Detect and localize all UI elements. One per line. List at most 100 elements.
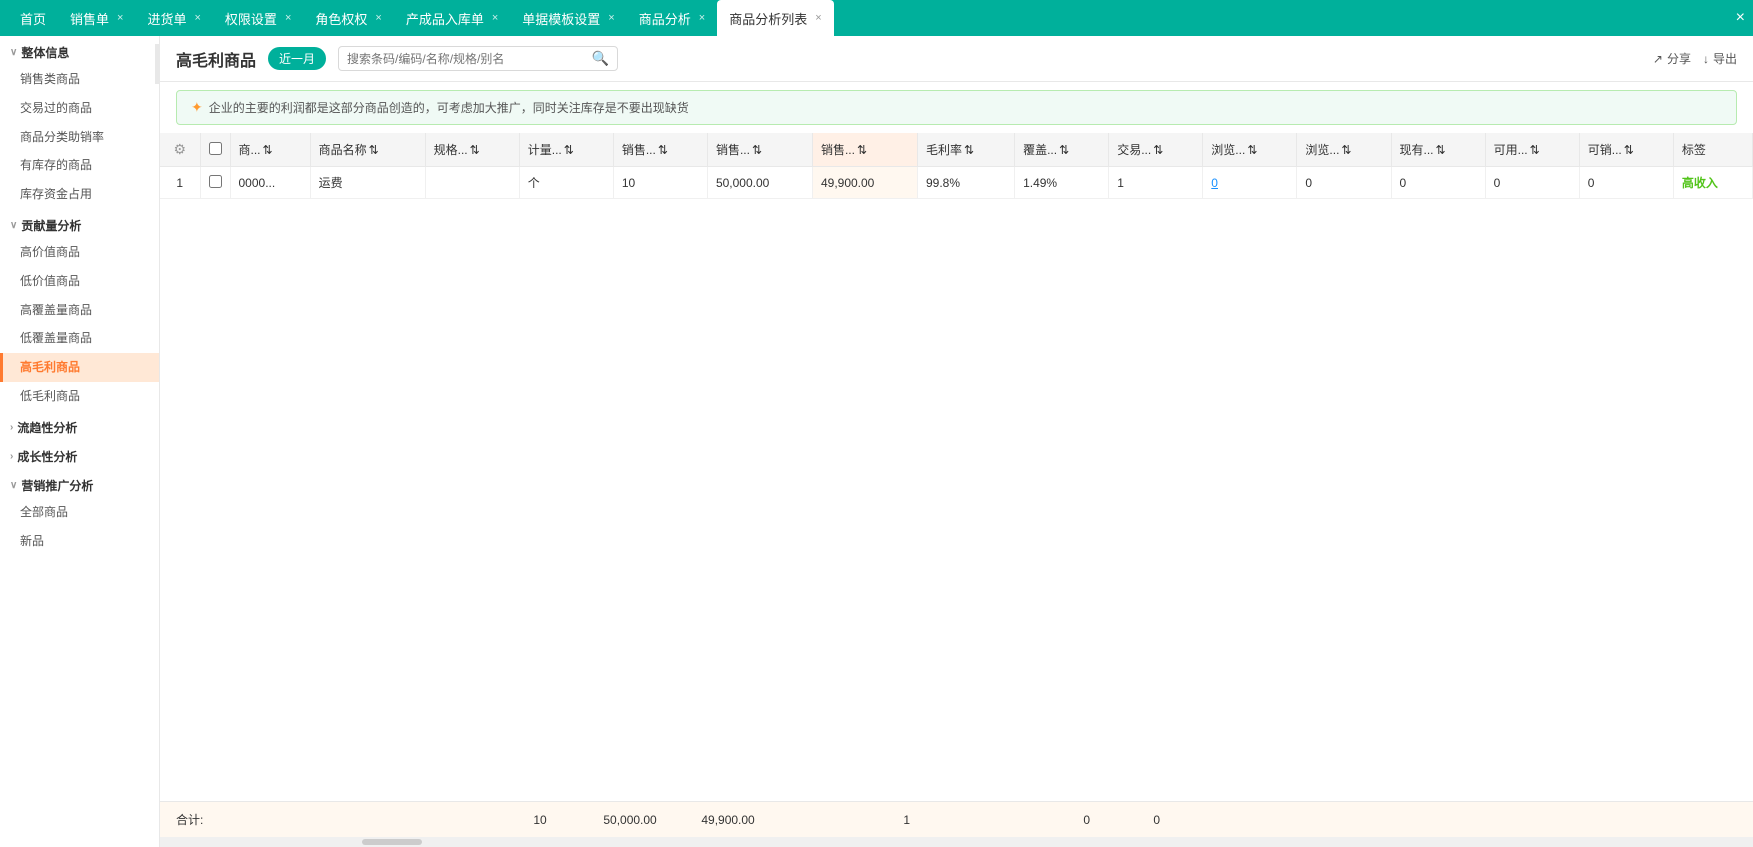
time-filter-recent-month[interactable]: 近一月 (268, 47, 326, 70)
col-header-current-stock[interactable]: 现有... ⇅ (1391, 133, 1485, 167)
col-header-browse1[interactable]: 浏览... ⇅ (1203, 133, 1297, 167)
sidebar-section-overall[interactable]: ∨ 整体信息 (0, 36, 159, 65)
col-header-unit[interactable]: 计量... ⇅ (519, 133, 613, 167)
sidebar-item-low-margin[interactable]: 低毛利商品 (0, 382, 159, 411)
col-header-coverage[interactable]: 覆盖... ⇅ (1015, 133, 1109, 167)
footer-bar: 合计: 10 50,000.00 49,900.00 1 0 0 (160, 801, 1753, 837)
sidebar-item-stock-capital[interactable]: 库存资金占用 (0, 180, 159, 209)
col-header-gross-margin[interactable]: 毛利率 ⇅ (917, 133, 1014, 167)
sidebar-item-low-value[interactable]: 低价值商品 (0, 267, 159, 296)
sidebar-section-marketing[interactable]: ∨ 营销推广分析 (0, 469, 159, 498)
sidebar-section-contribution[interactable]: ∨ 贡献量分析 (0, 209, 159, 238)
sidebar-item-high-coverage[interactable]: 高覆盖量商品 (0, 296, 159, 325)
cell-code: 0000... (230, 167, 310, 199)
nav-close-product-analysis[interactable]: × (699, 12, 705, 24)
nav-template-settings[interactable]: 单据模板设置 × (510, 0, 626, 36)
scroll-thumb[interactable] (362, 839, 422, 845)
cell-checkbox[interactable] (200, 167, 230, 199)
nav-role[interactable]: 角色权权 × (303, 0, 393, 36)
cell-browse2: 0 (1297, 167, 1391, 199)
nav-close-template-settings[interactable]: × (608, 12, 614, 24)
sidebar-item-sales-goods[interactable]: 销售类商品 (0, 65, 159, 94)
export-icon: ↓ (1703, 52, 1709, 66)
cell-gross-margin: 99.8% (917, 167, 1014, 199)
export-button[interactable]: ↓ 导出 (1703, 50, 1737, 67)
horizontal-scrollbar[interactable] (160, 837, 1753, 847)
search-input[interactable] (347, 52, 586, 66)
cell-saleable: 0 (1579, 167, 1673, 199)
sort-icon-sales-cost: ⇅ (857, 143, 867, 157)
sort-icon-sales-amount: ⇅ (752, 143, 762, 157)
top-navigation: 首页 销售单 × 进货单 × 权限设置 × 角色权权 × 产成品入库单 × 单据… (0, 0, 1753, 36)
sidebar-item-traded-goods[interactable]: 交易过的商品 (0, 94, 159, 123)
nav-close-role[interactable]: × (375, 12, 381, 24)
share-button[interactable]: ↗ 分享 (1653, 50, 1691, 67)
col-header-trade-count[interactable]: 交易... ⇅ (1109, 133, 1203, 167)
sort-icon-code: ⇅ (263, 143, 273, 157)
cell-trade-count: 1 (1109, 167, 1203, 199)
nav-home[interactable]: 首页 (8, 0, 58, 36)
total-label: 合计: (176, 811, 203, 828)
nav-purchase[interactable]: 进货单 × (135, 0, 212, 36)
cell-spec (425, 167, 519, 199)
sidebar-item-high-value[interactable]: 高价值商品 (0, 238, 159, 267)
search-box: 🔍 (338, 46, 618, 71)
cell-tag: 高收入 (1673, 167, 1752, 199)
nav-close-purchase[interactable]: × (194, 12, 200, 24)
table-container: ⚙ 商... ⇅ 商品名称 (160, 133, 1753, 801)
column-settings-icon[interactable]: ⚙ (173, 141, 186, 157)
sort-icon-current-stock: ⇅ (1436, 143, 1446, 157)
footer-sales-cost: 49,900.00 (693, 813, 783, 827)
search-icon[interactable]: 🔍 (592, 50, 609, 67)
col-header-browse2[interactable]: 浏览... ⇅ (1297, 133, 1391, 167)
sidebar-section-growth[interactable]: › 成长性分析 (0, 440, 159, 469)
nav-close-permission[interactable]: × (285, 12, 291, 24)
cell-index: 1 (160, 167, 200, 199)
sidebar-item-stock-goods[interactable]: 有库存的商品 (0, 151, 159, 180)
col-header-settings[interactable]: ⚙ (160, 133, 200, 167)
sort-icon-sales-qty: ⇅ (658, 143, 668, 157)
cell-available: 0 (1485, 167, 1579, 199)
sort-icon-browse1: ⇅ (1247, 143, 1257, 157)
nav-product-analysis-list[interactable]: 商品分析列表 × (717, 0, 833, 36)
nav-sales[interactable]: 销售单 × (58, 0, 135, 36)
sort-icon-available: ⇅ (1530, 143, 1540, 157)
col-header-name[interactable]: 商品名称 ⇅ (310, 133, 425, 167)
cell-sales-qty: 10 (613, 167, 707, 199)
info-icon: ✦ (191, 99, 203, 116)
col-header-sales-cost[interactable]: 销售... ⇅ (812, 133, 917, 167)
sort-icon-gross-margin: ⇅ (964, 143, 974, 157)
sidebar-item-category-rate[interactable]: 商品分类助销率 (0, 123, 159, 152)
nav-close-sales[interactable]: × (117, 12, 123, 24)
cell-sales-amount: 50,000.00 (707, 167, 812, 199)
cell-browse1[interactable]: 0 (1203, 167, 1297, 199)
sidebar-collapse-button[interactable]: « (155, 44, 160, 84)
col-header-sales-amount[interactable]: 销售... ⇅ (707, 133, 812, 167)
sidebar-item-high-margin[interactable]: 高毛利商品 (0, 353, 159, 382)
sidebar-section-trend[interactable]: › 流趋性分析 (0, 411, 159, 440)
cell-unit: 个 (519, 167, 613, 199)
cell-coverage: 1.49% (1015, 167, 1109, 199)
col-header-available[interactable]: 可用... ⇅ (1485, 133, 1579, 167)
sidebar-item-all-goods[interactable]: 全部商品 (0, 498, 159, 527)
data-table: ⚙ 商... ⇅ 商品名称 (160, 133, 1753, 199)
nav-product-instock[interactable]: 产成品入库单 × (394, 0, 510, 36)
col-header-checkbox[interactable] (200, 133, 230, 167)
col-header-saleable[interactable]: 可销... ⇅ (1579, 133, 1673, 167)
nav-permission[interactable]: 权限设置 × (213, 0, 303, 36)
select-all-checkbox[interactable] (209, 142, 222, 155)
col-header-tag[interactable]: 标签 (1673, 133, 1752, 167)
close-all-button[interactable]: × (1736, 9, 1745, 27)
sidebar-item-low-coverage[interactable]: 低覆盖量商品 (0, 324, 159, 353)
row-checkbox[interactable] (209, 175, 222, 188)
col-header-sales-qty[interactable]: 销售... ⇅ (613, 133, 707, 167)
footer-available: 0 (1153, 813, 1213, 827)
sidebar-item-new-goods[interactable]: 新品 (0, 527, 159, 556)
content-area: 高毛利商品 近一月 🔍 ↗ 分享 ↓ 导出 ✦ 企业的主要的利润都是这部分商品创… (160, 36, 1753, 847)
nav-product-analysis[interactable]: 商品分析 × (627, 0, 717, 36)
col-header-spec[interactable]: 规格... ⇅ (425, 133, 519, 167)
col-header-code[interactable]: 商... ⇅ (230, 133, 310, 167)
nav-close-product-instock[interactable]: × (492, 12, 498, 24)
section-arrow-growth: › (10, 451, 13, 462)
nav-close-product-analysis-list[interactable]: × (815, 12, 821, 24)
